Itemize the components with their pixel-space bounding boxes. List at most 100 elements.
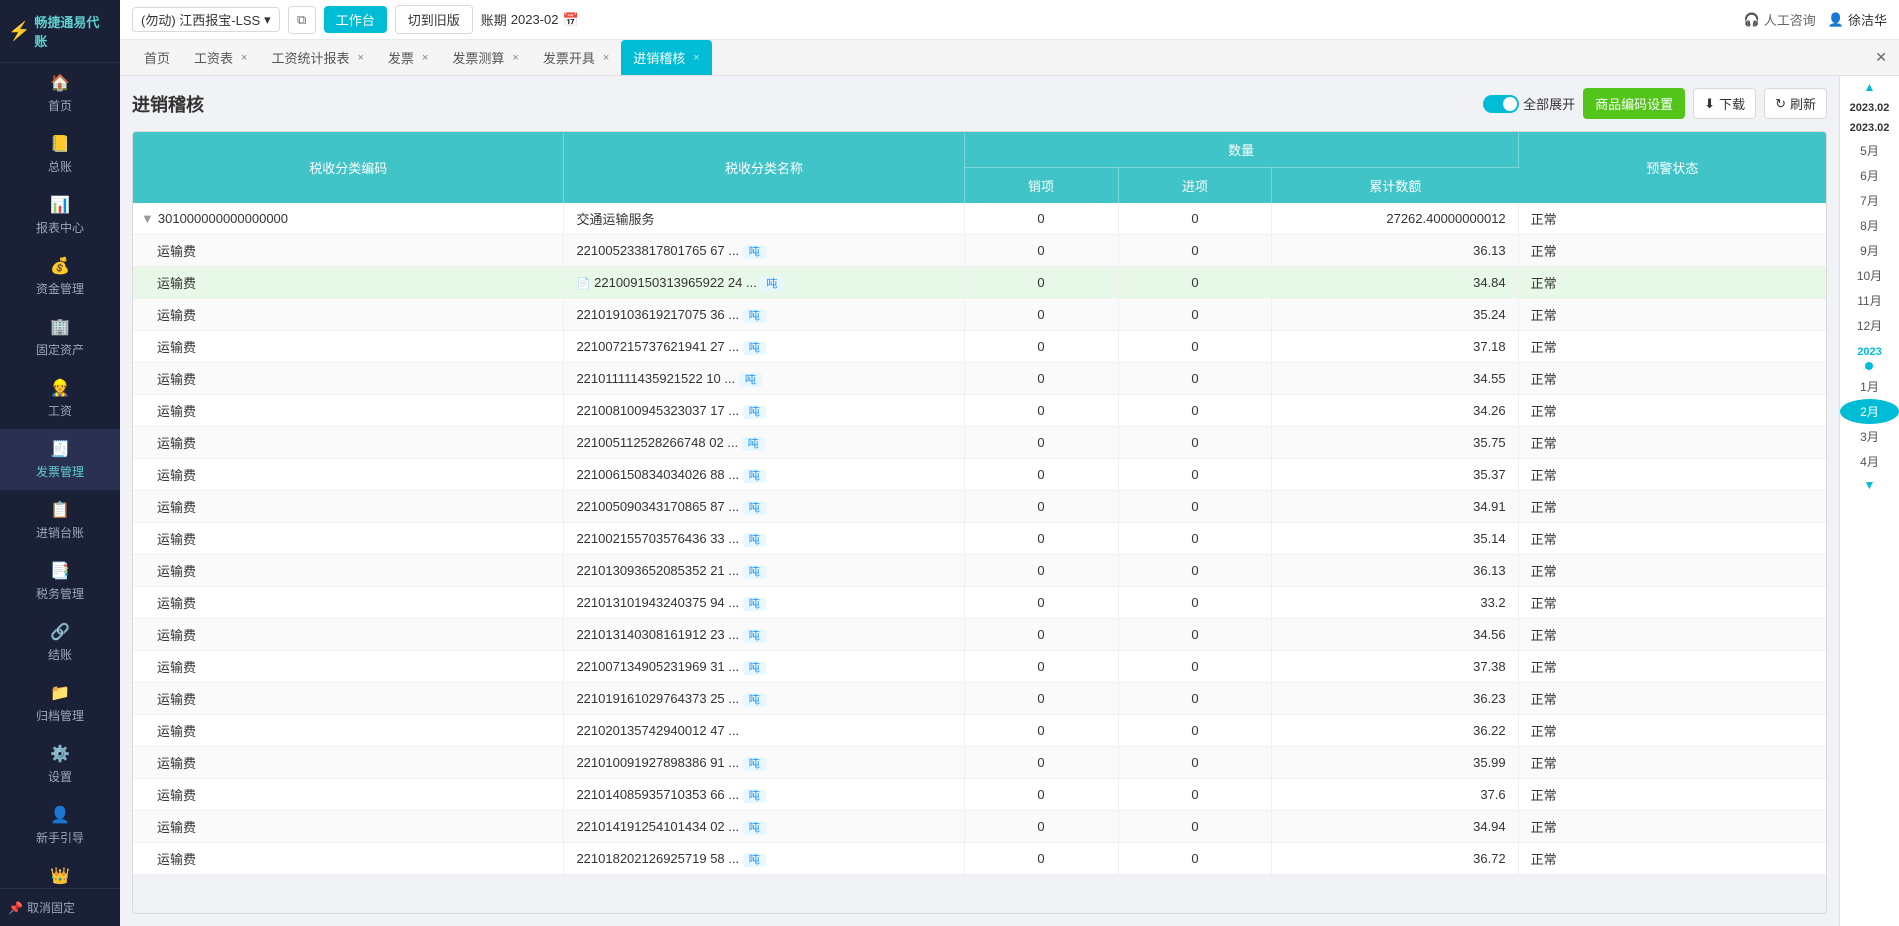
tab-purchase-sales-audit[interactable]: 进销稽核 × xyxy=(621,40,711,75)
headset-icon: 🎧 xyxy=(1744,12,1760,28)
download-button[interactable]: ⬇ 下载 xyxy=(1693,88,1756,119)
cell-item-name: 运输费 xyxy=(133,779,564,811)
toggle-switch[interactable] xyxy=(1483,95,1519,113)
sidebar-pin-button[interactable]: 📌 取消固定 xyxy=(0,888,120,926)
refresh-button[interactable]: ↻ 刷新 xyxy=(1764,88,1827,119)
cell-purchase: 0 xyxy=(1118,299,1272,331)
cell-invoice-no: 221010091927898386 91 ... 吨 xyxy=(564,747,964,779)
cell-item-name: 运输费 xyxy=(133,331,564,363)
cell-cumulative: 35.99 xyxy=(1272,747,1518,779)
sidebar-item-ledger[interactable]: 📒 总账 xyxy=(0,124,120,185)
sidebar-item-tax[interactable]: 📑 税务管理 xyxy=(0,551,120,612)
close-all-tabs-icon[interactable]: ✕ xyxy=(1875,49,1887,66)
tab-salary-stats[interactable]: 工资统计报表 × xyxy=(259,40,375,75)
cal-month-4[interactable]: 4月 xyxy=(1840,449,1899,474)
data-table: 税收分类编码 税收分类名称 数量 预警状态 销项 进项 累计数额 xyxy=(133,132,1826,875)
sidebar-item-guide[interactable]: 👤 新手引导 xyxy=(0,795,120,856)
cell-item-name: 运输费 xyxy=(133,715,564,747)
sidebar-item-close[interactable]: 🔗 结账 xyxy=(0,612,120,673)
tab-salary-stats-close[interactable]: × xyxy=(357,52,363,64)
topbar-right: 🎧 人工咨询 👤 徐洁华 xyxy=(1744,10,1887,29)
tab-invoice-open-close[interactable]: × xyxy=(603,52,609,64)
cell-invoice-no: 221014085935710353 66 ... 吨 xyxy=(564,779,964,811)
service-button[interactable]: 🎧 人工咨询 xyxy=(1744,10,1816,29)
cell-cumulative: 36.23 xyxy=(1272,683,1518,715)
tab-invoice-open-label: 发票开具 xyxy=(543,48,595,67)
sidebar-item-reports[interactable]: 📊 报表中心 xyxy=(0,185,120,246)
user-menu[interactable]: 👤 徐洁华 xyxy=(1828,10,1887,29)
cell-purchase: 0 xyxy=(1118,331,1272,363)
sidebar-item-settings[interactable]: ⚙️ 设置 xyxy=(0,734,120,795)
cal-month-7[interactable]: 7月 xyxy=(1840,188,1899,213)
sidebar-item-archive[interactable]: 📁 归档管理 xyxy=(0,673,120,734)
cell-sale: 0 xyxy=(964,555,1118,587)
cal-month-5[interactable]: 5月 xyxy=(1840,138,1899,163)
calendar-nav-down[interactable]: ▼ xyxy=(1860,474,1880,496)
expand-toggle[interactable]: 全部展开 xyxy=(1483,94,1575,113)
sidebar-label-reports: 报表中心 xyxy=(36,219,84,236)
sidebar-item-membership[interactable]: 👑 畅会员 xyxy=(0,856,120,888)
cell-sale: 0 xyxy=(964,683,1118,715)
calendar-year-2023-top2: 2023.02 xyxy=(1846,118,1894,138)
cal-month-2-current[interactable]: 2月 xyxy=(1840,399,1899,424)
app-logo: ⚡ 畅捷通易代账 xyxy=(0,0,120,63)
cell-cumulative: 34.94 xyxy=(1272,811,1518,843)
calendar-icon: 📅 xyxy=(562,12,578,28)
sidebar-item-invoice[interactable]: 🧾 发票管理 xyxy=(0,429,120,490)
period-label: 账期 xyxy=(481,10,507,29)
unit-tag: 吨 xyxy=(743,693,766,707)
cell-warning: 正常 xyxy=(1518,363,1826,395)
cell-sale: 0 xyxy=(964,203,1118,235)
unit-tag: 吨 xyxy=(743,661,766,675)
sidebar-label-guide: 新手引导 xyxy=(36,829,84,846)
product-code-setting-button[interactable]: 商品编码设置 xyxy=(1583,88,1685,119)
tab-invoice-open[interactable]: 发票开具 × xyxy=(531,40,621,75)
calendar-nav-up[interactable]: ▲ xyxy=(1860,76,1880,98)
cell-item-name: 运输费 xyxy=(133,747,564,779)
tab-salary-sheet-label: 工资表 xyxy=(194,48,233,67)
tab-salary-sheet[interactable]: 工资表 × xyxy=(182,40,259,75)
cal-month-12[interactable]: 12月 xyxy=(1840,313,1899,338)
tab-invoice-calc-close[interactable]: × xyxy=(512,52,518,64)
tab-invoice-close[interactable]: × xyxy=(422,52,428,64)
cal-month-3[interactable]: 3月 xyxy=(1840,424,1899,449)
workspace-button[interactable]: 工作台 xyxy=(324,6,387,33)
cell-warning: 正常 xyxy=(1518,651,1826,683)
cell-warning: 正常 xyxy=(1518,747,1826,779)
cell-item-name: 运输费 xyxy=(133,555,564,587)
pin-icon: 📌 xyxy=(8,901,23,915)
tab-invoice-calc[interactable]: 发票测算 × xyxy=(440,40,530,75)
guide-icon: 👤 xyxy=(50,805,70,825)
sidebar-item-assets[interactable]: 🏢 固定资产 xyxy=(0,307,120,368)
cal-month-9[interactable]: 9月 xyxy=(1840,238,1899,263)
cell-cumulative: 34.56 xyxy=(1272,619,1518,651)
tab-audit-close[interactable]: × xyxy=(693,52,699,64)
cal-month-10[interactable]: 10月 xyxy=(1840,263,1899,288)
cell-warning: 正常 xyxy=(1518,267,1826,299)
cell-invoice-no: 221013101943240375 94 ... 吨 xyxy=(564,587,964,619)
cell-invoice-no: 221014191254101434 02 ... 吨 xyxy=(564,811,964,843)
sidebar-item-finance[interactable]: 💰 资金管理 xyxy=(0,246,120,307)
copy-button[interactable]: ⧉ xyxy=(288,6,316,34)
th-purchase: 进项 xyxy=(1118,168,1272,204)
sidebar-item-home[interactable]: 🏠 首页 xyxy=(0,63,120,124)
tab-invoice[interactable]: 发票 × xyxy=(376,40,440,75)
cell-cumulative: 35.37 xyxy=(1272,459,1518,491)
cell-sale: 0 xyxy=(964,843,1118,875)
tab-salary-sheet-close[interactable]: × xyxy=(241,52,247,64)
cal-month-11[interactable]: 11月 xyxy=(1840,288,1899,313)
sidebar-item-purchase-sales[interactable]: 📋 进销台账 xyxy=(0,490,120,551)
unit-tag: 吨 xyxy=(743,757,766,771)
company-selector[interactable]: (勿动) 江西报宝-LSS ▾ xyxy=(132,7,280,32)
cal-month-6[interactable]: 6月 xyxy=(1840,163,1899,188)
sidebar-item-salary[interactable]: 👷 工资 xyxy=(0,368,120,429)
cal-month-1[interactable]: 1月 xyxy=(1840,374,1899,399)
unit-tag: 吨 xyxy=(743,533,766,547)
tab-home[interactable]: 首页 xyxy=(132,40,182,75)
settings-icon: ⚙️ xyxy=(50,744,70,764)
cell-cumulative: 36.13 xyxy=(1272,235,1518,267)
cell-invoice-no: 221013140308161912 23 ... 吨 xyxy=(564,619,964,651)
cal-month-8[interactable]: 8月 xyxy=(1840,213,1899,238)
switch-version-button[interactable]: 切到旧版 xyxy=(395,5,473,34)
th-tax-code: 税收分类编码 xyxy=(133,132,564,203)
